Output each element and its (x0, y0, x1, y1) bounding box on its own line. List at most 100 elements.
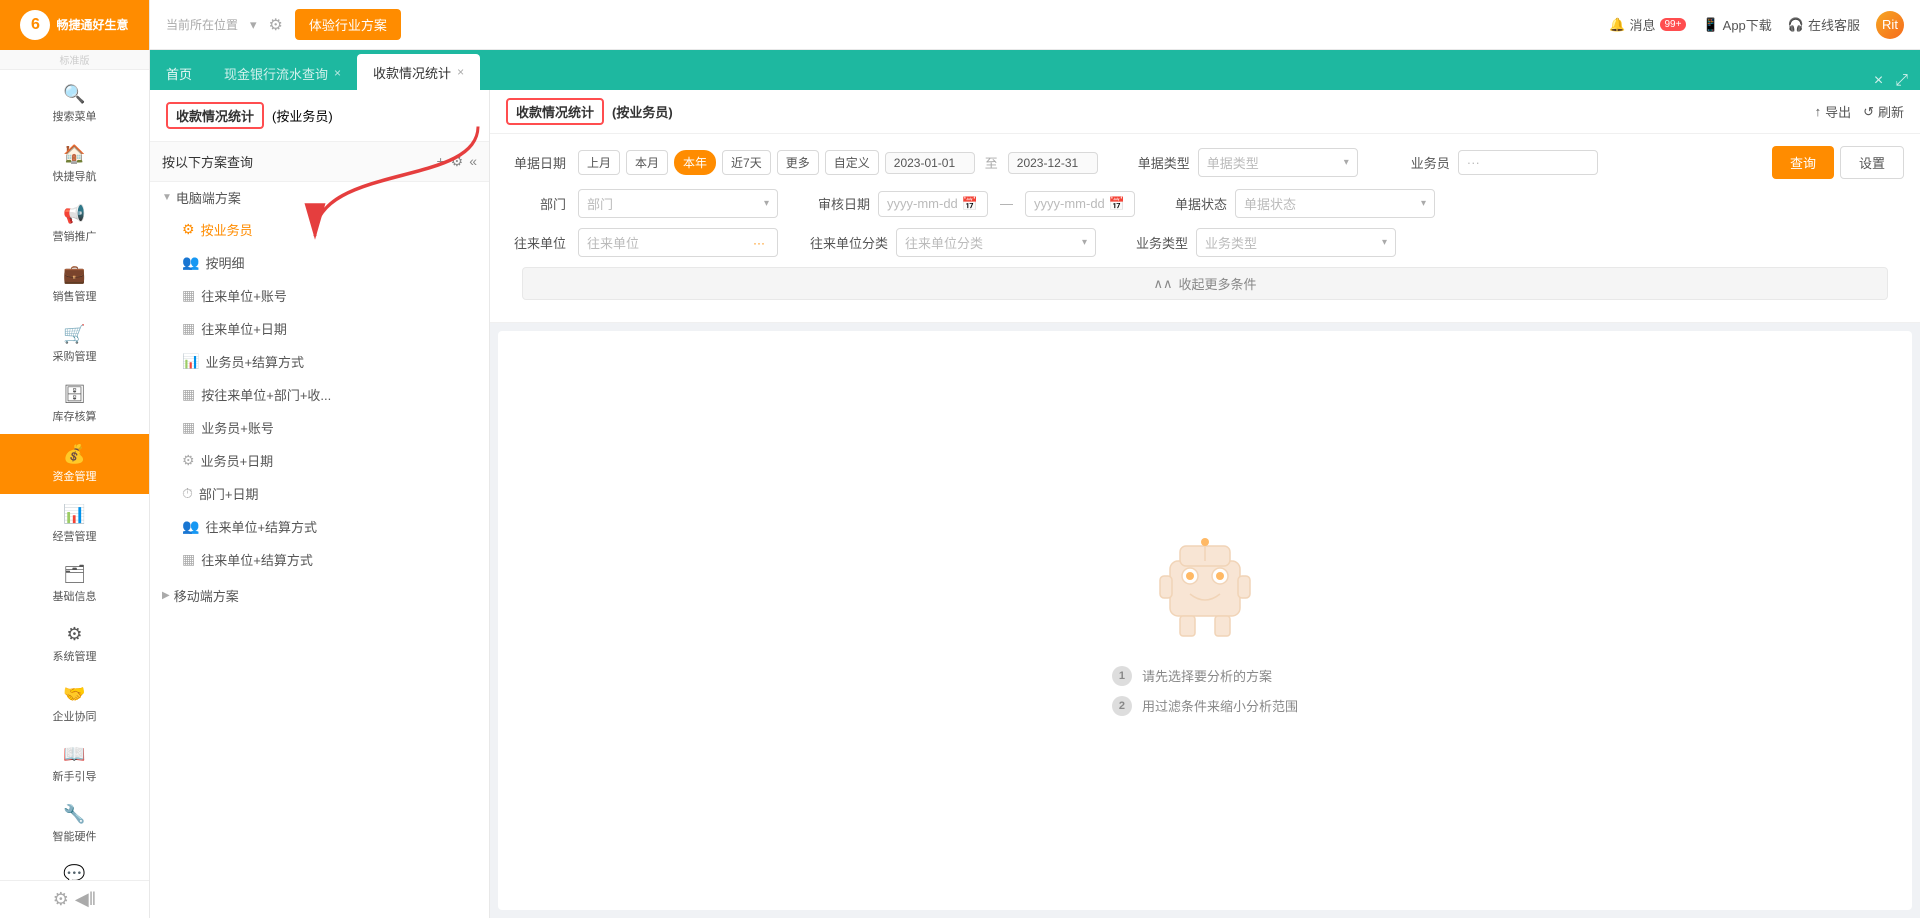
notifications-item[interactable]: 🔔 消息 99+ (1609, 15, 1686, 34)
bell-icon: 🔔 (1609, 17, 1625, 33)
page-title-suffix: (按业务员) (272, 106, 333, 125)
custom-btn[interactable]: 自定义 (825, 150, 879, 175)
this-month-btn[interactable]: 本月 (626, 150, 668, 175)
scheme-item-label: 按明细 (205, 253, 244, 272)
sidebar-item-purchase[interactable]: 🛒 采购管理 (0, 314, 149, 374)
scheme-item-unit-dept-collect[interactable]: ▦ 按往来单位+部门+收... (150, 378, 489, 411)
scheme-section-mobile[interactable]: ▶ 移动端方案 (150, 580, 489, 611)
phone-icon: 📱 (1702, 17, 1718, 33)
unit-select[interactable]: 往来单位 ··· (578, 228, 778, 257)
scheme-item-dept-date[interactable]: ⏱ 部门+日期 (150, 477, 489, 510)
scheme-item-label: 往来单位+日期 (201, 319, 287, 338)
query-button[interactable]: 查询 (1772, 146, 1834, 179)
user-avatar[interactable]: Rit (1876, 11, 1904, 39)
settings-icon[interactable]: ⚙ (269, 15, 283, 35)
sidebar-item-funds[interactable]: 💰 资金管理 (0, 434, 149, 494)
scheme-item-label: 业务员+日期 (201, 451, 274, 470)
topbar: 当前所在位置 ▾ ⚙ 体验行业方案 🔔 消息 99+ 📱 App下载 🎧 在线客… (150, 0, 1920, 50)
scheme-item-unit-settle2[interactable]: ▦ 往来单位+结算方式 (150, 543, 489, 576)
wechat-icon: 💬 (63, 864, 85, 880)
scheme-add-icon[interactable]: + (436, 153, 444, 170)
scheme-collapse-icon[interactable]: « (469, 153, 477, 170)
user-name-short: Rit (1882, 17, 1898, 32)
tab-collection-close[interactable]: × (457, 65, 464, 79)
sidebar-item-basic[interactable]: 🗂 基础信息 (0, 554, 149, 614)
sidebar-item-coop[interactable]: 🤝 企业协同 (0, 674, 149, 734)
scheme-item-staff-date[interactable]: ⚙ 业务员+日期 (150, 444, 489, 477)
window-maximize-icon[interactable]: ⤢ (1895, 72, 1908, 90)
biz-type-select[interactable]: 业务类型 ▾ (1196, 228, 1396, 257)
last7-btn[interactable]: 近7天 (722, 150, 771, 175)
topbar-right: 🔔 消息 99+ 📱 App下载 🎧 在线客服 Rit (1609, 11, 1904, 39)
notifications-label: 消息 (1629, 15, 1655, 34)
doc-type-select[interactable]: 单据类型 ▾ (1198, 148, 1358, 177)
staff-more-icon: ··· (1467, 155, 1480, 170)
dept-caret: ▾ (764, 198, 769, 209)
export-button[interactable]: ↑ 导出 (1815, 102, 1852, 121)
settings-button[interactable]: 设置 (1840, 146, 1904, 179)
date-from-input[interactable]: 2023-01-01 (885, 152, 975, 174)
tab-collection[interactable]: 收款情况统计 × (357, 54, 480, 90)
scheme-item-unit-account[interactable]: ▦ 往来单位+账号 (150, 279, 489, 312)
last-month-btn[interactable]: 上月 (578, 150, 620, 175)
doc-status-caret: ▾ (1421, 198, 1426, 209)
window-close-icon[interactable]: × (1874, 72, 1883, 90)
page-title-full: 收款情况统计 (按业务员) (506, 98, 673, 125)
scheme-item-by-detail[interactable]: 👥 按明细 (150, 246, 489, 279)
sidebar-logo: 6 畅捷通好生意 (0, 0, 149, 50)
date-shortcuts: 上月 本月 本年 近7天 更多 自定义 2023-01-01 至 2023-12… (578, 150, 1098, 175)
settings-bottom-icon[interactable]: ⚙ (53, 889, 69, 910)
scheme-settings-icon[interactable]: ⚙ (451, 153, 464, 170)
this-year-btn[interactable]: 本年 (674, 150, 716, 175)
tab-bank-close[interactable]: × (334, 66, 341, 80)
step2-text: 用过滤条件来缩小分析范围 (1142, 696, 1298, 715)
unit-more-btn[interactable]: ··· (749, 236, 769, 250)
review-date-label: 审核日期 (810, 194, 870, 213)
scheme-item-label: 按往来单位+部门+收... (201, 385, 331, 404)
empty-state: 1 请先选择要分析的方案 2 用过滤条件来缩小分析范围 (498, 331, 1912, 910)
app-download-item[interactable]: 📱 App下载 (1702, 15, 1771, 34)
refresh-button[interactable]: ↺ 刷新 (1863, 102, 1904, 121)
sidebar-item-sales[interactable]: 💼 销售管理 (0, 254, 149, 314)
sidebar-item-wechat[interactable]: 💬 企业微信 (0, 854, 149, 880)
sidebar-item-search[interactable]: 🔍 搜索菜单 (0, 74, 149, 134)
step-num-1: 1 (1112, 666, 1132, 686)
logo-icon: 6 (20, 10, 50, 40)
staff-select[interactable]: ··· (1458, 150, 1598, 175)
sidebar-item-label: 基础信息 (53, 588, 97, 604)
scheme-section-desktop[interactable]: ▼ 电脑端方案 (150, 182, 489, 213)
online-service-item[interactable]: 🎧 在线客服 (1788, 15, 1860, 34)
doc-status-select[interactable]: 单据状态 ▾ (1235, 189, 1435, 218)
scheme-item-staff-settle[interactable]: 📊 业务员+结算方式 (150, 345, 489, 378)
scheme-item-by-staff[interactable]: ⚙ 按业务员 (150, 213, 489, 246)
scheme-item-unit-date[interactable]: ▦ 往来单位+日期 (150, 312, 489, 345)
empty-illustration (1145, 526, 1265, 646)
date-to-input[interactable]: 2023-12-31 (1008, 152, 1098, 174)
sidebar-item-guide[interactable]: 📖 新手引导 (0, 734, 149, 794)
headset-icon: 🎧 (1788, 17, 1804, 33)
sidebar-item-operation[interactable]: 📊 经营管理 (0, 494, 149, 554)
collapse-bar[interactable]: ∧∧ 收起更多条件 (522, 267, 1888, 300)
dept-select[interactable]: 部门 ▾ (578, 189, 778, 218)
more-btn[interactable]: 更多 (777, 150, 819, 175)
sidebar-item-marketing[interactable]: 📢 营销推广 (0, 194, 149, 254)
sidebar-item-system[interactable]: ⚙ 系统管理 (0, 614, 149, 674)
scheme-item-unit-settle[interactable]: 👥 往来单位+结算方式 (150, 510, 489, 543)
scheme-item-icon: 📊 (182, 353, 199, 370)
review-date-to[interactable]: yyyy-mm-dd 📅 (1025, 191, 1135, 217)
tabs-bar: 首页 现金银行流水查询 × 收款情况统计 × × ⤢ (150, 50, 1920, 90)
trial-button[interactable]: 体验行业方案 (295, 9, 401, 40)
tab-bank[interactable]: 现金银行流水查询 × (208, 56, 357, 90)
scheme-item-staff-account[interactable]: ▦ 业务员+账号 (150, 411, 489, 444)
unit-category-select[interactable]: 往来单位分类 ▾ (896, 228, 1096, 257)
review-date-to-text: yyyy-mm-dd (1034, 196, 1105, 211)
chevron-down-icon[interactable]: ▾ (250, 17, 257, 33)
sidebar-item-quicknav[interactable]: 🏠 快捷导航 (0, 134, 149, 194)
sales-icon: 💼 (63, 264, 85, 285)
collapse-sidebar-icon[interactable]: ◀‖ (75, 889, 96, 910)
sidebar-item-label: 智能硬件 (53, 828, 97, 844)
tab-home[interactable]: 首页 (150, 56, 208, 90)
review-date-from[interactable]: yyyy-mm-dd 📅 (878, 191, 988, 217)
sidebar-item-inventory[interactable]: 🗄 库存核算 (0, 374, 149, 434)
sidebar-item-hardware[interactable]: 🔧 智能硬件 (0, 794, 149, 854)
